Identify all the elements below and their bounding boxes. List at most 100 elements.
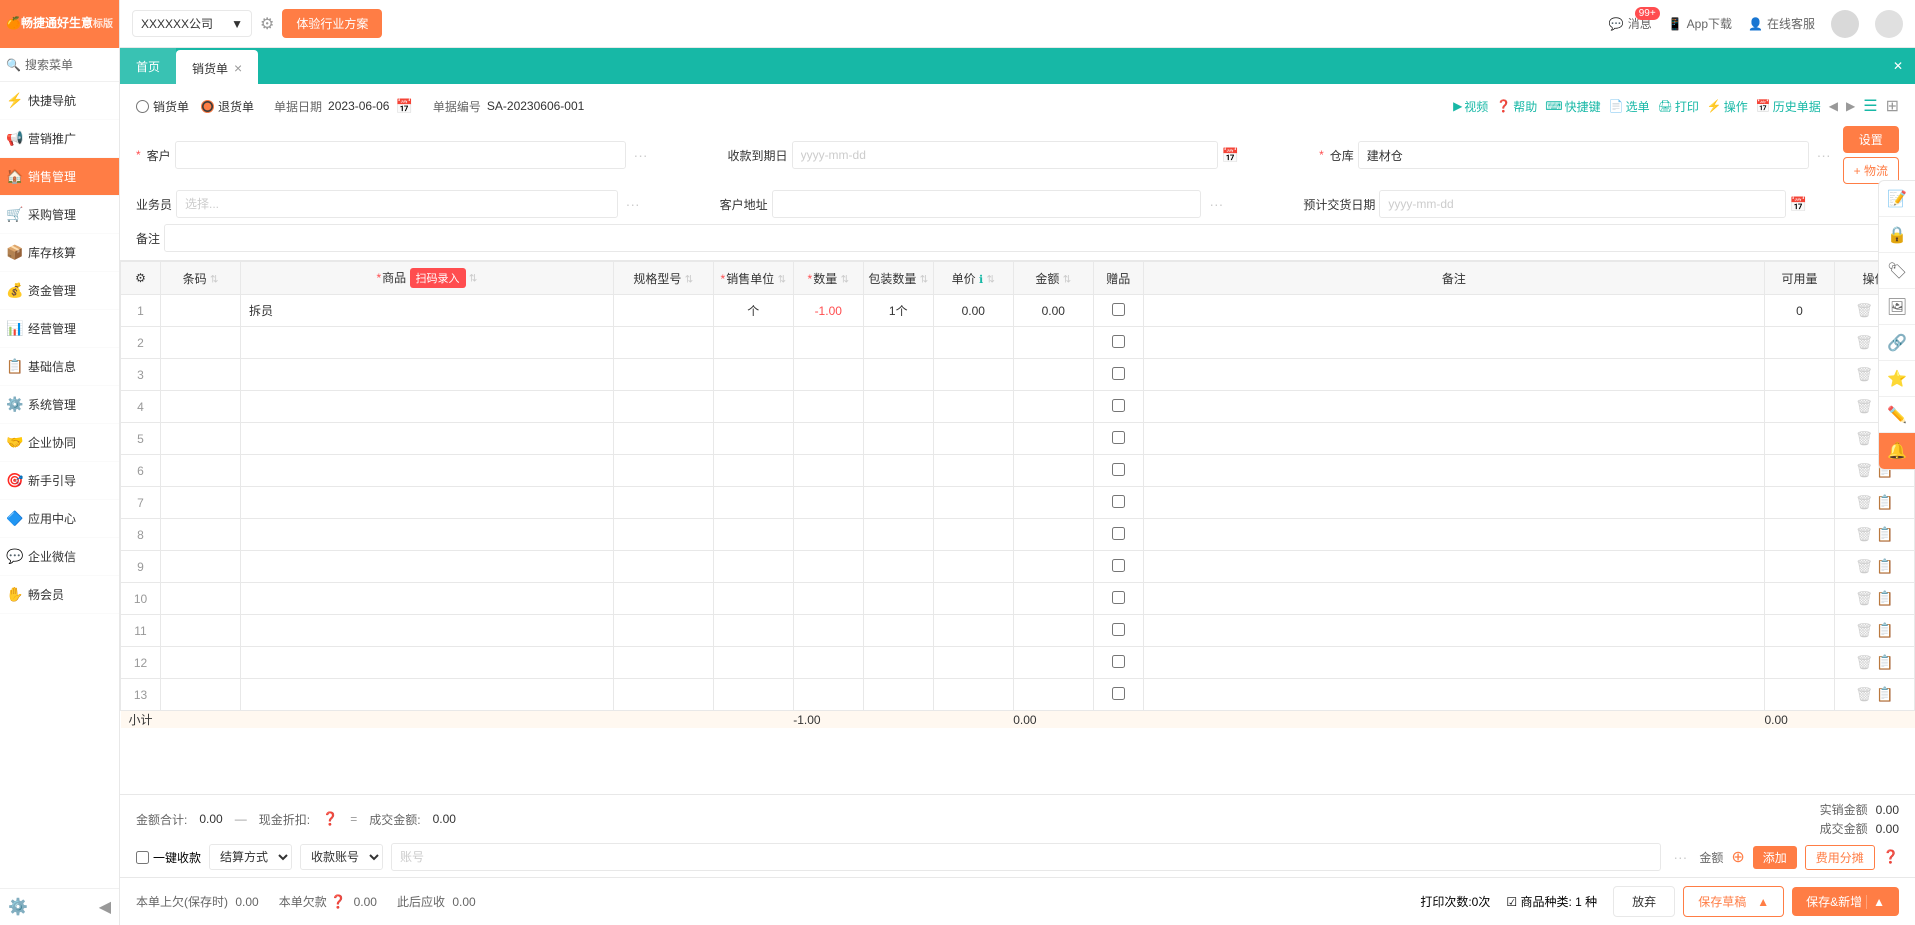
payment-account-select[interactable]: 收款账号 <box>300 844 383 870</box>
row-memo-5[interactable] <box>1143 423 1764 455</box>
customer-input[interactable] <box>175 141 626 169</box>
row-gift-9[interactable] <box>1093 551 1143 583</box>
float-star-icon[interactable]: ⭐ <box>1879 361 1915 397</box>
row-price-13[interactable] <box>933 679 1013 711</box>
sidebar-item-operations[interactable]: 📊 经营管理 <box>0 310 119 348</box>
save-new-btn[interactable]: 保存&新增 ▲ <box>1792 887 1899 916</box>
sidebar-item-inventory[interactable]: 📦 库存核算 <box>0 234 119 272</box>
float-lock-icon[interactable]: 🔒 <box>1879 217 1915 253</box>
row-qty-7[interactable] <box>793 487 863 519</box>
price-sort-icon[interactable]: ⇅ <box>987 274 995 285</box>
pkg-sort-icon[interactable]: ⇅ <box>920 274 928 285</box>
one-click-payment-checkbox[interactable]: 一键收款 <box>136 849 201 866</box>
save-draft-chevron-icon[interactable]: ▲ <box>1750 895 1769 909</box>
row-price-7[interactable] <box>933 487 1013 519</box>
sidebar-item-sales[interactable]: 🏠 销售管理 <box>0 158 119 196</box>
row-memo-11[interactable] <box>1143 615 1764 647</box>
payment-method-select[interactable]: 结算方式 <box>209 844 292 870</box>
due-date-calendar-icon[interactable]: 📅 <box>1222 147 1239 164</box>
row-product-1[interactable]: 拆员 <box>241 295 614 327</box>
warehouse-suffix-icon[interactable]: ··· <box>1817 147 1831 163</box>
row-product-13[interactable] <box>241 679 614 711</box>
radio-return-input[interactable] <box>201 100 214 113</box>
row-spec-10[interactable] <box>613 583 713 615</box>
row-qty-13[interactable] <box>793 679 863 711</box>
due-help-icon[interactable]: ❓ <box>330 894 346 909</box>
discard-btn[interactable]: 放弃 <box>1613 886 1675 917</box>
sidebar-item-appstore[interactable]: 🔷 应用中心 <box>0 500 119 538</box>
row-barcode-1[interactable] <box>161 295 241 327</box>
row-barcode-6[interactable] <box>161 455 241 487</box>
radio-sales-input[interactable] <box>136 100 149 113</box>
copy-row-icon[interactable]: 📋 <box>1876 590 1893 606</box>
row-barcode-13[interactable] <box>161 679 241 711</box>
row-memo-13[interactable] <box>1143 679 1764 711</box>
address-input[interactable] <box>772 190 1202 218</box>
row-spec-3[interactable] <box>613 359 713 391</box>
row-gift-3[interactable] <box>1093 359 1143 391</box>
select-link[interactable]: 📄 选单 <box>1609 98 1650 115</box>
payment-account-input[interactable] <box>391 843 1661 871</box>
row-spec-6[interactable] <box>613 455 713 487</box>
copy-row-icon[interactable]: 📋 <box>1876 622 1893 638</box>
row-product-3[interactable] <box>241 359 614 391</box>
messages-btn[interactable]: 💬 消息 99+ <box>1609 15 1652 32</box>
float-image-icon[interactable]: 🖼 <box>1879 289 1915 325</box>
delete-row-icon[interactable]: 🗑 <box>1855 334 1873 350</box>
amount-sort-icon[interactable]: ⇅ <box>1063 274 1071 285</box>
row-product-8[interactable] <box>241 519 614 551</box>
row-barcode-10[interactable] <box>161 583 241 615</box>
help-link[interactable]: ❓ 帮助 <box>1496 98 1537 115</box>
salesperson-input[interactable] <box>176 190 618 218</box>
row-gift-7[interactable] <box>1093 487 1143 519</box>
row-barcode-8[interactable] <box>161 519 241 551</box>
expected-date-input[interactable] <box>1379 190 1785 218</box>
tab-close-icon[interactable]: × <box>234 61 242 75</box>
copy-row-icon[interactable]: 📋 <box>1876 526 1893 542</box>
avatar[interactable] <box>1831 10 1859 38</box>
row-spec-11[interactable] <box>613 615 713 647</box>
row-memo-1[interactable] <box>1143 295 1764 327</box>
row-qty-10[interactable] <box>793 583 863 615</box>
delete-row-icon[interactable]: 🗑 <box>1855 686 1873 702</box>
row-spec-12[interactable] <box>613 647 713 679</box>
barcode-sort-icon[interactable]: ⇅ <box>210 274 218 285</box>
col-setting[interactable]: ⚙ <box>121 262 161 295</box>
settings-icon[interactable]: ⚙ <box>260 14 274 34</box>
nav-next-icon[interactable]: ▶ <box>1846 99 1855 113</box>
row-price-12[interactable] <box>933 647 1013 679</box>
sidebar-item-purchase[interactable]: 🛒 采购管理 <box>0 196 119 234</box>
expense-help-icon[interactable]: ❓ <box>1883 849 1899 865</box>
save-draft-btn[interactable]: 保存草稿 ▲ <box>1683 886 1784 917</box>
notes-input[interactable] <box>164 224 1899 252</box>
delete-row-icon[interactable]: 🗑 <box>1855 366 1873 382</box>
row-memo-8[interactable] <box>1143 519 1764 551</box>
row-price-4[interactable] <box>933 391 1013 423</box>
row-product-7[interactable] <box>241 487 614 519</box>
row-barcode-3[interactable] <box>161 359 241 391</box>
row-price-10[interactable] <box>933 583 1013 615</box>
copy-row-icon[interactable]: 📋 <box>1876 494 1893 510</box>
row-qty-4[interactable] <box>793 391 863 423</box>
delete-row-icon[interactable]: 🗑 <box>1855 526 1873 542</box>
row-gift-10[interactable] <box>1093 583 1143 615</box>
row-product-12[interactable] <box>241 647 614 679</box>
view-grid-icon[interactable]: ⊞ <box>1886 96 1899 116</box>
row-memo-12[interactable] <box>1143 647 1764 679</box>
row-qty-8[interactable] <box>793 519 863 551</box>
salesperson-suffix-icon[interactable]: ··· <box>626 196 640 212</box>
print-link[interactable]: 🖨 打印 <box>1658 98 1699 115</box>
row-spec-7[interactable] <box>613 487 713 519</box>
row-qty-9[interactable] <box>793 551 863 583</box>
company-selector[interactable]: XXXXXX公司 ▼ <box>132 10 252 37</box>
row-gift-8[interactable] <box>1093 519 1143 551</box>
sidebar-item-collab[interactable]: 🤝 企业协同 <box>0 424 119 462</box>
row-memo-9[interactable] <box>1143 551 1764 583</box>
action-link[interactable]: ⚡ 操作 <box>1707 98 1748 115</box>
row-barcode-7[interactable] <box>161 487 241 519</box>
video-link[interactable]: ▶ 视频 <box>1453 98 1488 115</box>
row-product-4[interactable] <box>241 391 614 423</box>
sidebar-item-quick-nav[interactable]: ⚡ 快捷导航 <box>0 82 119 120</box>
delete-row-icon[interactable]: 🗑 <box>1855 622 1873 638</box>
copy-row-icon[interactable]: 📋 <box>1876 686 1893 702</box>
